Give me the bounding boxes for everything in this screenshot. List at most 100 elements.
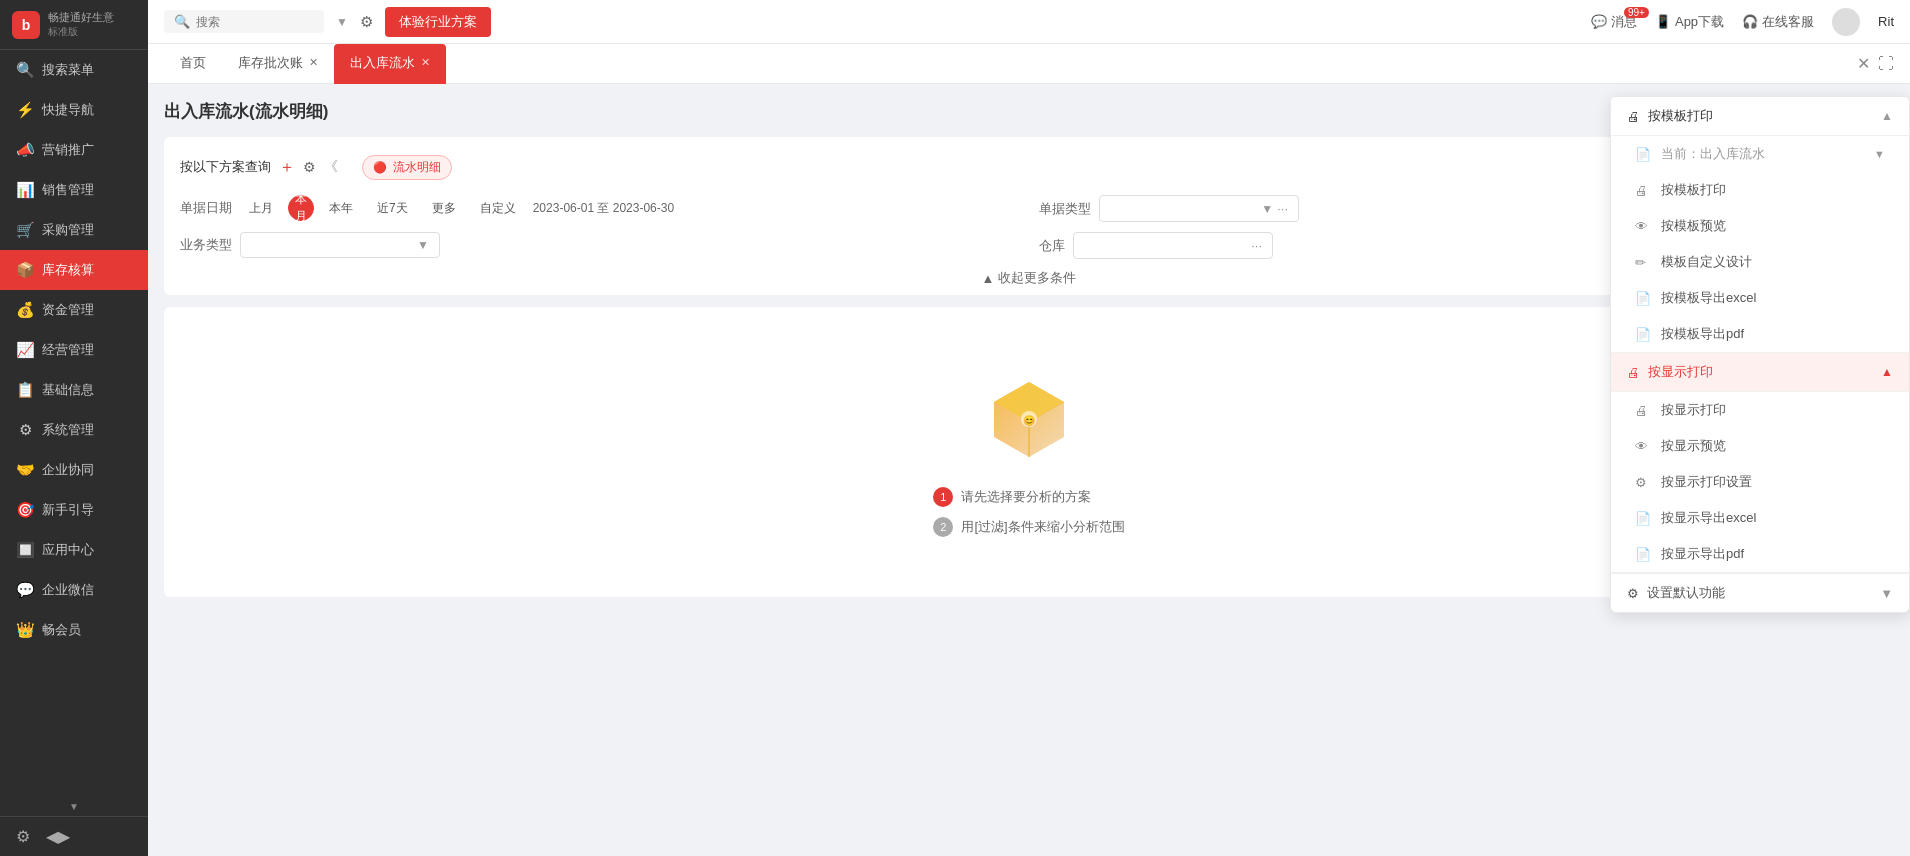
sidebar-item-search[interactable]: 🔍 搜索菜单 [0, 50, 148, 90]
sidebar-item-basic[interactable]: 📋 基础信息 [0, 370, 148, 410]
biz-type-arrow-icon: ▼ [417, 238, 429, 252]
header-gear-icon[interactable]: ⚙ [360, 13, 373, 31]
sidebar-item-marketing[interactable]: 📣 营销推广 [0, 130, 148, 170]
filter-chip-flow[interactable]: 🔴 流水明细 [362, 155, 452, 180]
date-btn-last-month[interactable]: 上月 [240, 197, 282, 220]
sidebar-item-sales[interactable]: 📊 销售管理 [0, 170, 148, 210]
date-btn-custom[interactable]: 自定义 [471, 197, 525, 220]
headset-icon: 🎧 [1742, 14, 1758, 29]
warehouse-more-icon[interactable]: ··· [1251, 238, 1262, 253]
tab-batch-account[interactable]: 库存批次账 ✕ [222, 44, 334, 84]
sidebar-item-wechat[interactable]: 💬 企业微信 [0, 570, 148, 610]
sidebar-item-purchase[interactable]: 🛒 采购管理 [0, 210, 148, 250]
money-icon: 💰 [16, 301, 34, 319]
sidebar-item-apps[interactable]: 🔲 应用中心 [0, 530, 148, 570]
sidebar-item-label: 系统管理 [42, 421, 94, 439]
tab-close-batch[interactable]: ✕ [309, 56, 318, 69]
header-search-box[interactable]: 🔍 [164, 10, 324, 33]
sidebar-item-member[interactable]: 👑 畅会员 [0, 610, 148, 650]
collapse-icon[interactable]: ◀▶ [46, 827, 70, 846]
sidebar-item-finance[interactable]: 💰 资金管理 [0, 290, 148, 330]
username-label[interactable]: Rit [1878, 14, 1894, 29]
window-maximize-button[interactable]: ⛶ [1878, 55, 1894, 73]
filter-title: 按以下方案查询 [180, 158, 271, 176]
pdf2-icon: 📄 [1635, 547, 1651, 562]
filter-group-biz-type: 业务类型 ▼ [180, 232, 1019, 258]
sidebar-item-label: 库存核算 [42, 261, 94, 279]
dd-template-export-excel-item[interactable]: 📄 按模板导出excel [1611, 280, 1909, 316]
dd-display-preview-item[interactable]: 👁 按显示预览 [1611, 428, 1909, 464]
dd-display-export-pdf-item[interactable]: 📄 按显示导出pdf [1611, 536, 1909, 572]
dd-template-print-header[interactable]: 🖨 按模板打印 ▲ [1611, 97, 1909, 136]
date-btn-this-month[interactable]: 本月 [288, 195, 314, 221]
preview2-icon: 👁 [1635, 439, 1651, 454]
date-btn-this-year[interactable]: 本年 [320, 197, 362, 220]
sidebar: b 畅捷通好生意 标准版 🔍 搜索菜单 ⚡ 快捷导航 📣 营销推广 📊 销售管理… [0, 0, 148, 856]
doc-type-more-icon[interactable]: ··· [1277, 201, 1288, 216]
dd-display-export-excel-item[interactable]: 📄 按显示导出excel [1611, 500, 1909, 536]
sidebar-item-label: 应用中心 [42, 541, 94, 559]
dd-template-design-item[interactable]: ✏ 模板自定义设计 [1611, 244, 1909, 280]
warehouse-label: 仓库 [1039, 237, 1065, 255]
sidebar-scroll-down[interactable]: ▼ [0, 796, 148, 816]
tab-home[interactable]: 首页 [164, 44, 222, 84]
header: 🔍 ▼ ⚙ 体验行业方案 💬 消息 99+ 📱 App下载 🎧 在线客服 Rit [148, 0, 1910, 44]
tab-close-flow[interactable]: ✕ [421, 56, 430, 69]
sidebar-item-system[interactable]: ⚙ 系统管理 [0, 410, 148, 450]
sidebar-item-operations[interactable]: 📈 经营管理 [0, 330, 148, 370]
sidebar-item-label: 营销推广 [42, 141, 94, 159]
excel-icon: 📄 [1635, 291, 1651, 306]
dd-default-func[interactable]: ⚙ 设置默认功能 ▼ [1611, 573, 1909, 612]
sidebar-item-quick-nav[interactable]: ⚡ 快捷导航 [0, 90, 148, 130]
app-download-button[interactable]: 📱 App下载 [1655, 13, 1724, 31]
step2-text: 用[过滤]条件来缩小分析范围 [961, 518, 1124, 536]
excel2-icon: 📄 [1635, 511, 1651, 526]
default-icon: ⚙ [1627, 586, 1639, 601]
settings-icon[interactable]: ⚙ [16, 827, 30, 846]
collapse-more-button[interactable]: ▲ 收起更多条件 [982, 269, 1077, 287]
trial-button[interactable]: 体验行业方案 [385, 7, 491, 37]
cart-icon: 🛒 [16, 221, 34, 239]
doc-type-select[interactable]: ▼ ··· [1099, 195, 1299, 222]
dd-display-print-header[interactable]: 🖨 按显示打印 ▲ [1611, 353, 1909, 392]
date-btn-7days[interactable]: 近7天 [368, 197, 417, 220]
sidebar-item-guide[interactable]: 🎯 新手引导 [0, 490, 148, 530]
page-title: 出入库流水(流水明细) [164, 100, 328, 123]
warehouse-select[interactable]: ··· [1073, 232, 1273, 259]
biz-type-label: 业务类型 [180, 236, 232, 254]
dd-template-print-item[interactable]: 🖨 按模板打印 [1611, 172, 1909, 208]
filter-chip-label: 流水明细 [393, 159, 441, 176]
print-icon: 🖨 [1635, 183, 1651, 198]
filter-collapse-icon[interactable]: 《 [324, 158, 338, 176]
dd-display-print-item[interactable]: 🖨 按显示打印 [1611, 392, 1909, 428]
tab-flow[interactable]: 出入库流水 ✕ [334, 44, 446, 84]
sidebar-item-enterprise[interactable]: 🤝 企业协同 [0, 450, 148, 490]
tab-bar: 首页 库存批次账 ✕ 出入库流水 ✕ ✕ ⛶ [148, 44, 1910, 84]
filter-gear-icon[interactable]: ⚙ [303, 159, 316, 175]
window-close-button[interactable]: ✕ [1857, 54, 1870, 73]
dd-template-export-pdf-item[interactable]: 📄 按模板导出pdf [1611, 316, 1909, 352]
search-input[interactable] [196, 15, 296, 29]
avatar[interactable] [1832, 8, 1860, 36]
tab-flow-label: 出入库流水 [350, 54, 415, 72]
online-service-button[interactable]: 🎧 在线客服 [1742, 13, 1814, 31]
dd-display-print-settings-item[interactable]: ⚙ 按显示打印设置 [1611, 464, 1909, 500]
dd-display-arrow-icon: ▲ [1881, 365, 1893, 379]
date-btn-more[interactable]: 更多 [423, 197, 465, 220]
notifications-badge: 99+ [1624, 7, 1649, 18]
collapse-more-label: 收起更多条件 [998, 269, 1076, 287]
dd-default-func-label: ⚙ 设置默认功能 [1627, 584, 1725, 602]
search-icon: 🔍 [174, 14, 190, 29]
sidebar-scroll: 🔍 搜索菜单 ⚡ 快捷导航 📣 营销推广 📊 销售管理 🛒 采购管理 📦 库存核… [0, 50, 148, 796]
date-label: 单据日期 [180, 199, 232, 217]
search-chevron-icon[interactable]: ▼ [336, 15, 348, 29]
sidebar-item-inventory[interactable]: 📦 库存核算 [0, 250, 148, 290]
biz-type-select[interactable]: ▼ [240, 232, 440, 258]
filter-add-button[interactable]: ＋ [279, 157, 295, 178]
preview-icon: 👁 [1635, 219, 1651, 234]
dd-current-label: 当前：出入库流水 [1661, 145, 1765, 163]
dd-template-preview-item[interactable]: 👁 按模板预览 [1611, 208, 1909, 244]
dd-current-template[interactable]: 📄 当前：出入库流水 ▼ [1611, 136, 1909, 172]
notifications-button[interactable]: 💬 消息 99+ [1591, 13, 1637, 31]
printer-icon: 🖨 [1627, 109, 1640, 124]
